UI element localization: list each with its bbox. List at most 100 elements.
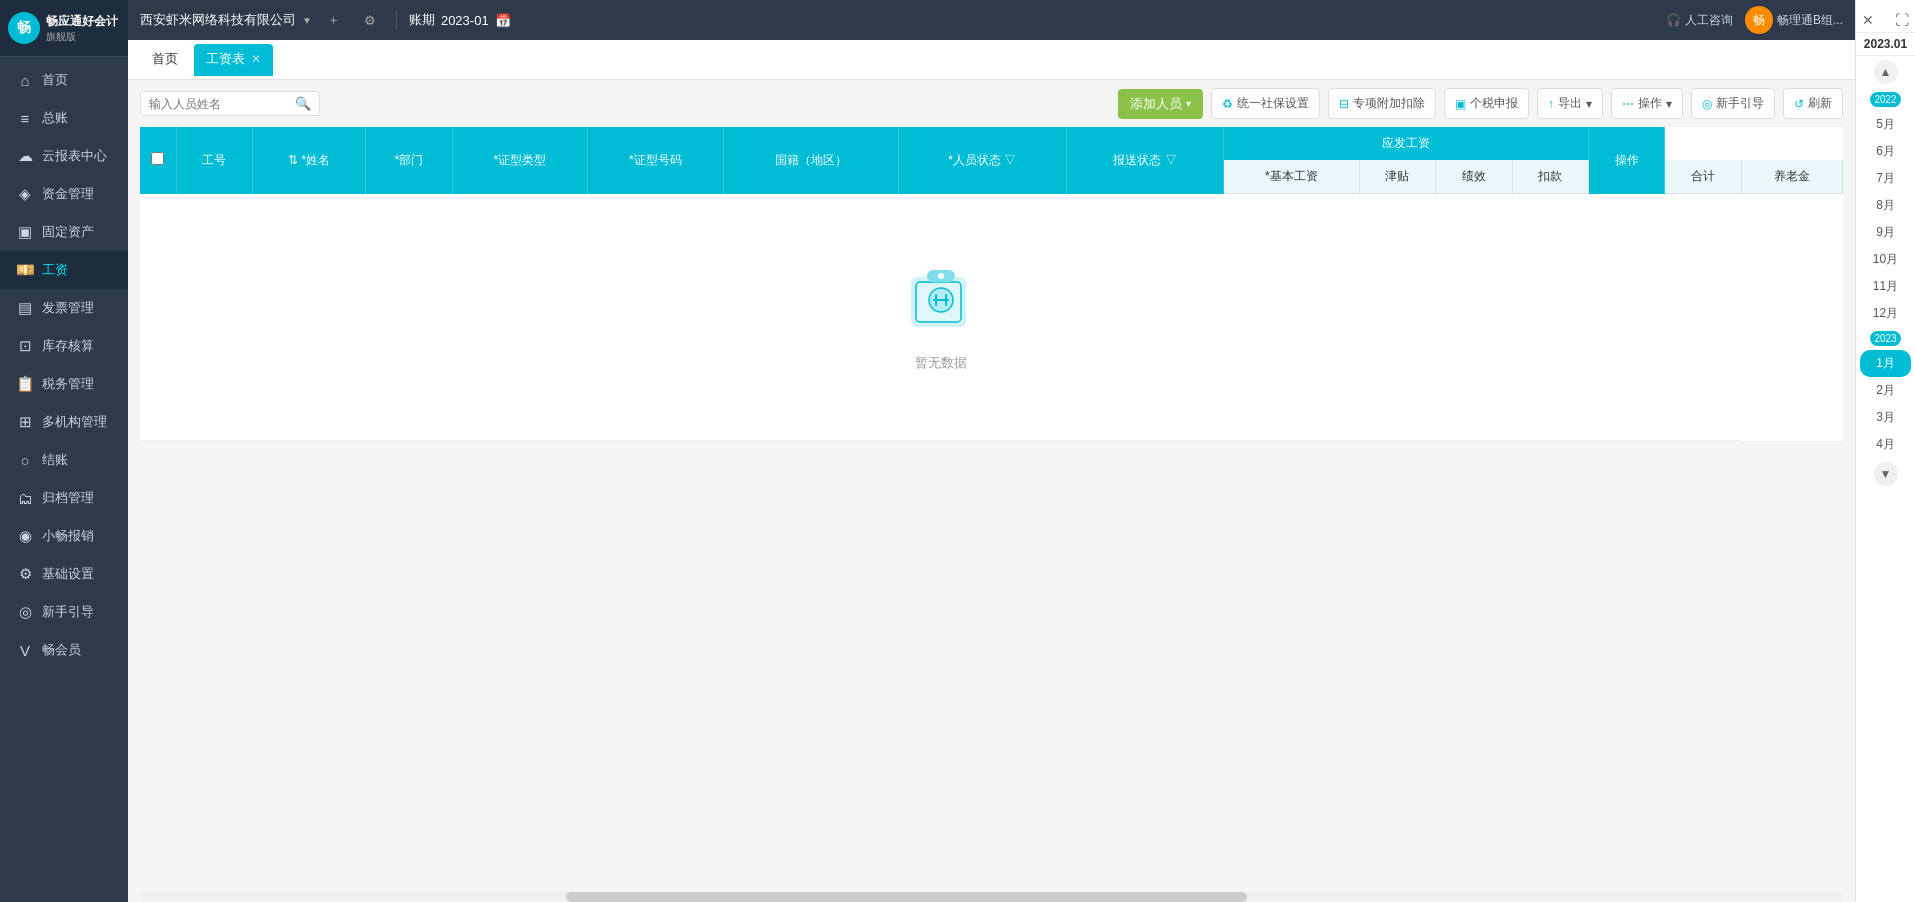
action-icon: ⋯ — [1622, 97, 1634, 111]
sidebar-item-salary[interactable]: 💴 工资 — [0, 251, 128, 289]
sidebar-item-guide[interactable]: ◎ 新手引导 — [0, 593, 128, 631]
add-company-btn[interactable]: ＋ — [320, 6, 348, 34]
col-header-base-salary: *基本工资 — [1224, 160, 1360, 194]
action-btn[interactable]: ⋯ 操作 ▾ — [1611, 88, 1683, 119]
export-dropdown-icon: ▾ — [1586, 97, 1592, 111]
col-header-deduction: 扣款 — [1512, 160, 1588, 194]
fund-icon: ◈ — [16, 185, 34, 203]
period-label: 账期 — [409, 11, 435, 29]
empty-text: 暂无数据 — [915, 354, 967, 372]
assets-icon: ▣ — [16, 223, 34, 241]
deduction-icon: ⊟ — [1339, 97, 1349, 111]
sidebar-item-expense[interactable]: ◉ 小畅报销 — [0, 517, 128, 555]
sidebar-item-tax[interactable]: 📋 税务管理 — [0, 365, 128, 403]
year-2022-badge: 2022 — [1870, 92, 1900, 107]
panel-expand-btn[interactable]: ⛶ — [1895, 12, 1909, 28]
sidebar-item-member[interactable]: V 畅会员 — [0, 631, 128, 669]
month-10-2022[interactable]: 10月 — [1856, 246, 1915, 273]
logo: 畅 畅应通好会计 旗舰版 — [0, 0, 128, 57]
export-icon: ↑ — [1548, 97, 1554, 111]
guide-icon: ◎ — [16, 603, 34, 621]
col-header-performance: 绩效 — [1436, 160, 1512, 194]
scroll-down-btn[interactable]: ▼ — [1874, 462, 1898, 486]
month-5-2022[interactable]: 5月 — [1856, 111, 1915, 138]
guide-btn[interactable]: ◎ 新手引导 — [1691, 88, 1775, 119]
company-selector[interactable]: 西安虾米网络科技有限公司 ▼ — [140, 11, 312, 29]
month-2-2023[interactable]: 2月 — [1856, 377, 1915, 404]
month-12-2022[interactable]: 12月 — [1856, 300, 1915, 327]
month-11-2022[interactable]: 11月 — [1856, 273, 1915, 300]
tab-salary-table[interactable]: 工资表 ✕ — [194, 44, 273, 76]
user-menu[interactable]: 畅 畅理通B组... — [1745, 6, 1843, 34]
month-6-2022[interactable]: 6月 — [1856, 138, 1915, 165]
avatar: 畅 — [1745, 6, 1773, 34]
special-deduction-btn[interactable]: ⊟ 专项附加扣除 — [1328, 88, 1436, 119]
tax-icon: 📋 — [16, 375, 34, 393]
table-container: 工号 ⇅ *姓名 *部门 *证型类型 *证型号码 国籍（地区） *人员状态 ▽ — [128, 127, 1855, 892]
month-3-2023[interactable]: 3月 — [1856, 404, 1915, 431]
col-header-cert-type: *证型类型 — [452, 127, 588, 194]
select-all-header — [140, 127, 176, 194]
empty-state-cell: 暂无数据 — [140, 194, 1741, 441]
social-security-btn[interactable]: ♻ 统一社保设置 — [1211, 88, 1320, 119]
tab-close-icon[interactable]: ✕ — [251, 52, 261, 66]
home-icon: ⌂ — [16, 72, 34, 89]
sidebar-item-fund[interactable]: ◈ 资金管理 — [0, 175, 128, 213]
col-header-action: 操作 — [1588, 127, 1664, 194]
select-all-checkbox[interactable] — [151, 152, 164, 165]
sidebar-item-settings[interactable]: ⚙ 基础设置 — [0, 555, 128, 593]
horizontal-scrollbar[interactable] — [140, 892, 1843, 902]
add-person-button[interactable]: 添加人员 ▾ — [1118, 89, 1203, 119]
month-9-2022[interactable]: 9月 — [1856, 219, 1915, 246]
sidebar-item-settle[interactable]: ○ 结账 — [0, 441, 128, 479]
month-8-2022[interactable]: 8月 — [1856, 192, 1915, 219]
tax-report-btn[interactable]: ▣ 个税申报 — [1444, 88, 1529, 119]
tab-home[interactable]: 首页 — [140, 44, 190, 76]
col-header-dept: *部门 — [366, 127, 452, 194]
col-header-nationality: 国籍（地区） — [723, 127, 899, 194]
scroll-up-btn[interactable]: ▲ — [1874, 60, 1898, 84]
topbar-right: 🎧 人工咨询 畅 畅理通B组... — [1666, 6, 1843, 34]
col-header-pension: 养老金 — [1741, 160, 1842, 194]
sidebar-item-fixed-assets[interactable]: ▣ 固定资产 — [0, 213, 128, 251]
refresh-btn[interactable]: ↺ 刷新 — [1783, 88, 1843, 119]
svg-point-7 — [938, 273, 944, 279]
col-header-name: ⇅ *姓名 — [252, 127, 366, 194]
cloud-icon: ☁ — [16, 147, 34, 165]
inventory-icon: ⊡ — [16, 337, 34, 355]
month-7-2022[interactable]: 7月 — [1856, 165, 1915, 192]
search-input[interactable] — [149, 97, 291, 111]
sidebar-item-ledger[interactable]: ≡ 总账 — [0, 99, 128, 137]
sidebar-nav: ⌂ 首页 ≡ 总账 ☁ 云报表中心 ◈ 资金管理 ▣ 固定资产 💴 工资 ▤ 发… — [0, 57, 128, 902]
headset-icon: 🎧 — [1666, 13, 1681, 27]
sidebar-item-inventory[interactable]: ⊡ 库存核算 — [0, 327, 128, 365]
col-header-report-status: 报送状态 ▽ — [1066, 127, 1224, 194]
logo-icon: 畅 — [8, 12, 40, 44]
company-name: 西安虾米网络科技有限公司 — [140, 11, 296, 29]
sidebar-item-home[interactable]: ⌂ 首页 — [0, 61, 128, 99]
export-btn[interactable]: ↑ 导出 ▾ — [1537, 88, 1603, 119]
toolbar: 🔍 添加人员 ▾ ♻ 统一社保设置 ⊟ 专项附加扣除 ▣ 个税申报 ↑ 导出 — [128, 80, 1855, 127]
plus-icon: ＋ — [327, 11, 340, 29]
salary-table: 工号 ⇅ *姓名 *部门 *证型类型 *证型号码 国籍（地区） *人员状态 ▽ — [140, 127, 1843, 441]
dropdown-arrow-icon: ▾ — [1186, 98, 1191, 109]
tabbar: 首页 工资表 ✕ — [128, 40, 1855, 80]
scrollbar-thumb — [566, 892, 1247, 902]
settings-btn[interactable]: ⚙ — [356, 6, 384, 34]
panel-close-btn[interactable]: ✕ — [1862, 12, 1874, 28]
month-1-2023[interactable]: 1月 — [1860, 350, 1911, 377]
month-4-2023[interactable]: 4月 — [1856, 431, 1915, 458]
sidebar-item-invoice[interactable]: ▤ 发票管理 — [0, 289, 128, 327]
sidebar-item-cloud-report[interactable]: ☁ 云报表中心 — [0, 137, 128, 175]
sidebar-item-multi-org[interactable]: ⊞ 多机构管理 — [0, 403, 128, 441]
calendar-icon: 📅 — [495, 13, 511, 28]
col-header-allowance: 津贴 — [1359, 160, 1435, 194]
search-icon: 🔍 — [295, 96, 311, 111]
guide-icon: ◎ — [1702, 97, 1712, 111]
company-dropdown-icon: ▼ — [302, 15, 312, 26]
panel-title: 2023.01 — [1856, 33, 1915, 56]
tax-icon: ▣ — [1455, 97, 1466, 111]
human-service-btn[interactable]: 🎧 人工咨询 — [1666, 12, 1733, 29]
empty-icon — [901, 262, 981, 342]
sidebar-item-archive[interactable]: 🗂 归档管理 — [0, 479, 128, 517]
